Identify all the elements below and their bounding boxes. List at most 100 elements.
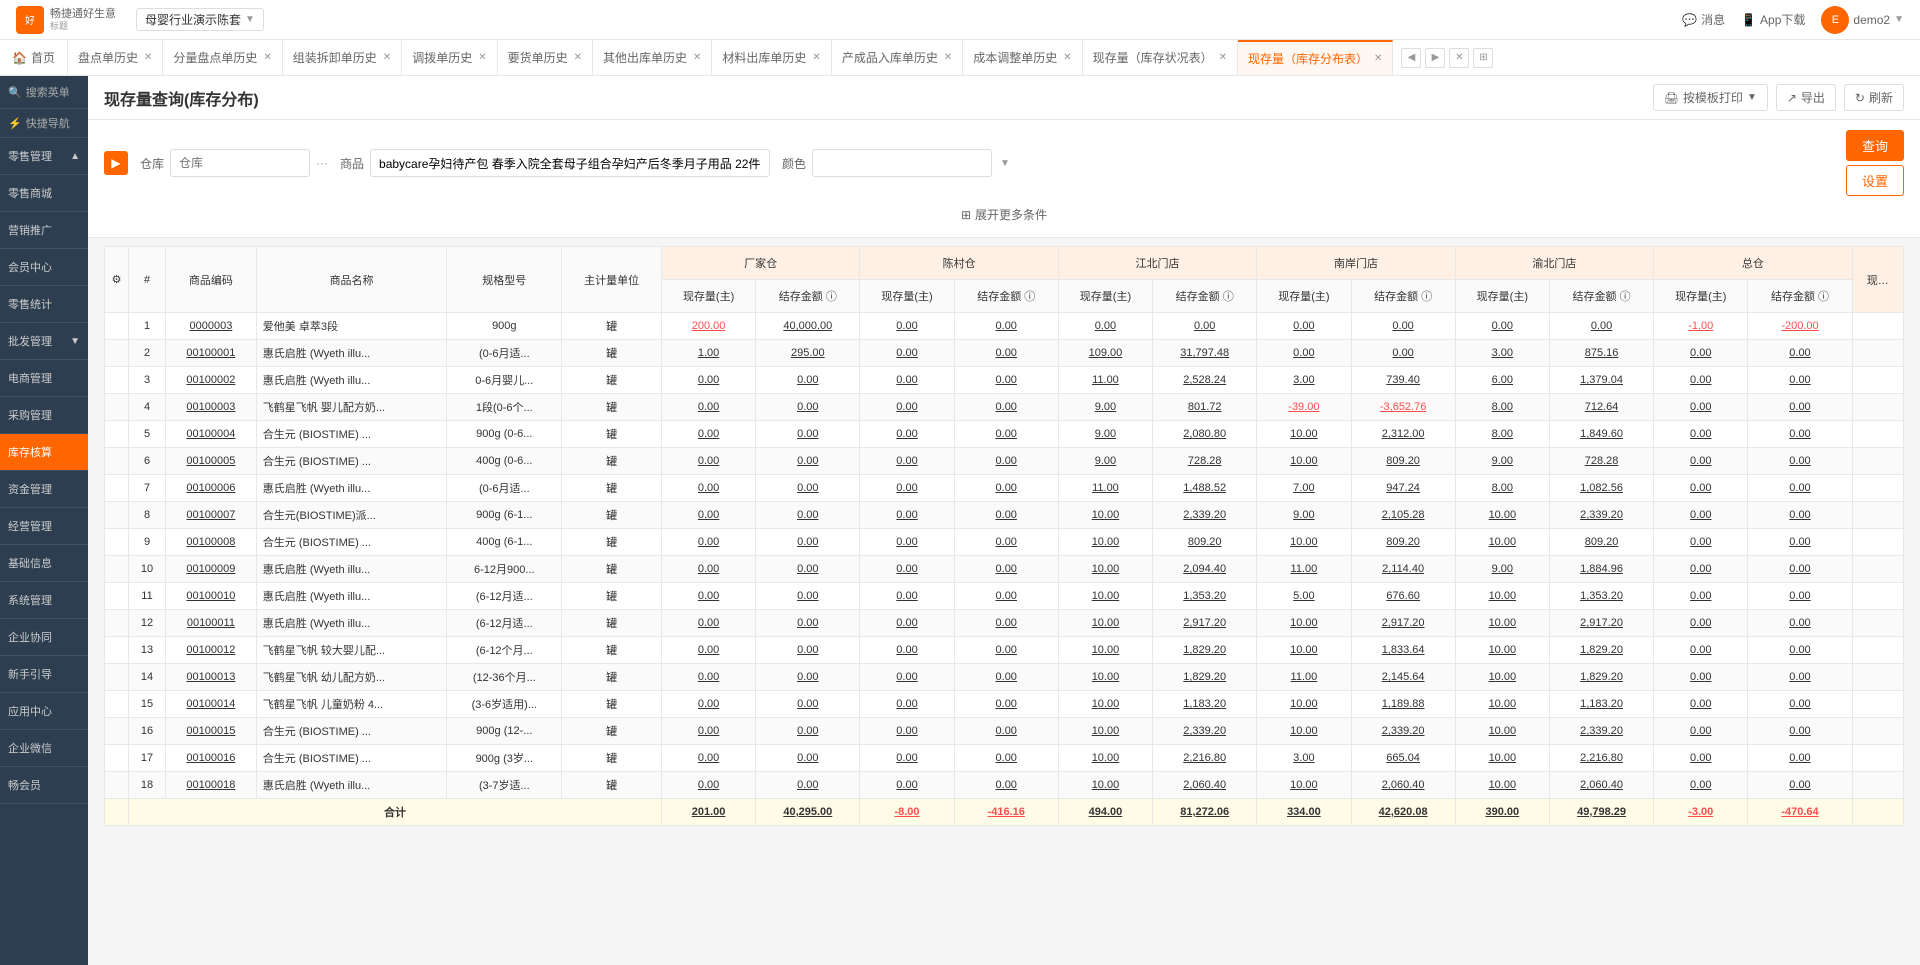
- row-wh1-qty[interactable]: 0.00: [661, 475, 755, 502]
- row-wh1-qty[interactable]: 0.00: [661, 718, 755, 745]
- row-wh4-qty[interactable]: 3.00: [1257, 367, 1351, 394]
- row-wh2-amt[interactable]: 0.00: [954, 421, 1058, 448]
- row-total-qty[interactable]: 0.00: [1654, 637, 1748, 664]
- row-wh4-qty[interactable]: 7.00: [1257, 475, 1351, 502]
- row-total-qty[interactable]: 0.00: [1654, 718, 1748, 745]
- row-wh5-qty[interactable]: 10.00: [1455, 664, 1549, 691]
- row-wh3-amt[interactable]: 1,183.20: [1153, 691, 1257, 718]
- row-wh4-qty[interactable]: 0.00: [1257, 313, 1351, 340]
- tabs-prev-btn[interactable]: ◀: [1401, 48, 1421, 68]
- row-wh3-qty[interactable]: 109.00: [1058, 340, 1152, 367]
- row-wh3-amt[interactable]: 2,060.40: [1153, 772, 1257, 799]
- row-code[interactable]: 00100015: [166, 718, 257, 745]
- row-wh2-qty[interactable]: 0.00: [860, 772, 954, 799]
- row-wh2-amt[interactable]: 0.00: [954, 448, 1058, 475]
- row-wh1-qty[interactable]: 0.00: [661, 421, 755, 448]
- row-wh3-amt[interactable]: 2,339.20: [1153, 502, 1257, 529]
- sidebar-item-marketing[interactable]: 营销推广: [0, 212, 88, 249]
- row-wh3-amt[interactable]: 2,528.24: [1153, 367, 1257, 394]
- tab-close-icon[interactable]: ✕: [1374, 53, 1382, 64]
- row-wh4-qty[interactable]: 0.00: [1257, 340, 1351, 367]
- row-code[interactable]: 00100011: [166, 610, 257, 637]
- row-wh3-qty[interactable]: 0.00: [1058, 313, 1152, 340]
- export-btn[interactable]: ↗ 导出: [1776, 84, 1836, 111]
- row-wh4-amt[interactable]: 809.20: [1351, 448, 1455, 475]
- refresh-btn[interactable]: ↻ 刷新: [1844, 84, 1904, 111]
- row-code[interactable]: 00100007: [166, 502, 257, 529]
- row-wh4-amt[interactable]: 665.04: [1351, 745, 1455, 772]
- row-wh3-amt[interactable]: 2,917.20: [1153, 610, 1257, 637]
- tab-zuzhuang[interactable]: 组装拆卸单历史 ✕: [283, 40, 402, 76]
- row-total-amt[interactable]: 0.00: [1748, 664, 1852, 691]
- row-wh4-amt[interactable]: 809.20: [1351, 529, 1455, 556]
- row-wh5-amt[interactable]: 0.00: [1549, 313, 1653, 340]
- row-wh1-qty[interactable]: 0.00: [661, 367, 755, 394]
- tab-home[interactable]: 🏠 首页: [0, 40, 68, 76]
- row-total-amt[interactable]: 0.00: [1748, 637, 1852, 664]
- tab-yaohuo[interactable]: 要货单历史 ✕: [498, 40, 593, 76]
- row-code[interactable]: 00100006: [166, 475, 257, 502]
- row-wh3-amt[interactable]: 809.20: [1153, 529, 1257, 556]
- row-wh5-amt[interactable]: 809.20: [1549, 529, 1653, 556]
- row-wh4-amt[interactable]: 2,312.00: [1351, 421, 1455, 448]
- sidebar-item-base-info[interactable]: 基础信息: [0, 545, 88, 582]
- row-code[interactable]: 00100004: [166, 421, 257, 448]
- row-code[interactable]: 00100014: [166, 691, 257, 718]
- row-wh1-amt[interactable]: 0.00: [756, 745, 860, 772]
- row-wh1-qty[interactable]: 0.00: [661, 502, 755, 529]
- tabs-next-btn[interactable]: ▶: [1425, 48, 1445, 68]
- row-wh1-qty[interactable]: 0.00: [661, 637, 755, 664]
- row-wh3-qty[interactable]: 10.00: [1058, 745, 1152, 772]
- row-code[interactable]: 0000003: [166, 313, 257, 340]
- row-wh4-qty[interactable]: 10.00: [1257, 421, 1351, 448]
- row-wh2-qty[interactable]: 0.00: [860, 637, 954, 664]
- row-wh2-qty[interactable]: 0.00: [860, 718, 954, 745]
- row-wh3-qty[interactable]: 11.00: [1058, 367, 1152, 394]
- tabs-close-all-btn[interactable]: ✕: [1449, 48, 1469, 68]
- row-wh5-amt[interactable]: 1,082.56: [1549, 475, 1653, 502]
- sidebar-item-purchase[interactable]: 采购管理: [0, 397, 88, 434]
- row-total-qty[interactable]: 0.00: [1654, 367, 1748, 394]
- row-wh3-qty[interactable]: 10.00: [1058, 772, 1152, 799]
- tabs-expand-btn[interactable]: ⊞: [1473, 48, 1493, 68]
- row-wh2-amt[interactable]: 0.00: [954, 664, 1058, 691]
- row-wh3-amt[interactable]: 31,797.48: [1153, 340, 1257, 367]
- row-wh2-amt[interactable]: 0.00: [954, 502, 1058, 529]
- tab-chengbentiaoz[interactable]: 成本调整单历史 ✕: [963, 40, 1082, 76]
- row-code[interactable]: 00100009: [166, 556, 257, 583]
- row-wh3-amt[interactable]: 0.00: [1153, 313, 1257, 340]
- row-wh4-qty[interactable]: 5.00: [1257, 583, 1351, 610]
- row-wh2-qty[interactable]: 0.00: [860, 502, 954, 529]
- row-total-qty[interactable]: -1.00: [1654, 313, 1748, 340]
- row-wh5-amt[interactable]: 1,829.20: [1549, 637, 1653, 664]
- row-wh1-qty[interactable]: 0.00: [661, 394, 755, 421]
- row-wh1-qty[interactable]: 0.00: [661, 772, 755, 799]
- sidebar-item-system[interactable]: 系统管理: [0, 582, 88, 619]
- row-wh4-qty[interactable]: 10.00: [1257, 691, 1351, 718]
- tab-close-icon[interactable]: ✕: [263, 52, 271, 63]
- row-code[interactable]: 00100012: [166, 637, 257, 664]
- tab-close-icon[interactable]: ✕: [383, 52, 391, 63]
- row-wh3-amt[interactable]: 1,353.20: [1153, 583, 1257, 610]
- row-wh4-amt[interactable]: 2,145.64: [1351, 664, 1455, 691]
- row-wh4-amt[interactable]: 1,189.88: [1351, 691, 1455, 718]
- row-wh4-amt[interactable]: 2,114.40: [1351, 556, 1455, 583]
- row-total-amt[interactable]: 0.00: [1748, 475, 1852, 502]
- row-wh3-qty[interactable]: 11.00: [1058, 475, 1152, 502]
- row-code[interactable]: 00100008: [166, 529, 257, 556]
- sidebar-item-retail-mall[interactable]: 零售商城: [0, 175, 88, 212]
- row-wh2-qty[interactable]: 0.00: [860, 664, 954, 691]
- row-wh2-amt[interactable]: 0.00: [954, 772, 1058, 799]
- row-wh5-qty[interactable]: 10.00: [1455, 583, 1549, 610]
- row-wh1-amt[interactable]: 295.00: [756, 340, 860, 367]
- warehouse-input[interactable]: [170, 149, 310, 177]
- row-wh4-qty[interactable]: 10.00: [1257, 448, 1351, 475]
- product-input[interactable]: [370, 149, 770, 177]
- row-wh2-qty[interactable]: 0.00: [860, 745, 954, 772]
- row-wh5-amt[interactable]: 1,379.04: [1549, 367, 1653, 394]
- row-wh3-qty[interactable]: 10.00: [1058, 529, 1152, 556]
- row-wh5-amt[interactable]: 2,917.20: [1549, 610, 1653, 637]
- row-wh1-amt[interactable]: 0.00: [756, 421, 860, 448]
- row-wh2-qty[interactable]: 0.00: [860, 691, 954, 718]
- row-wh5-qty[interactable]: 10.00: [1455, 718, 1549, 745]
